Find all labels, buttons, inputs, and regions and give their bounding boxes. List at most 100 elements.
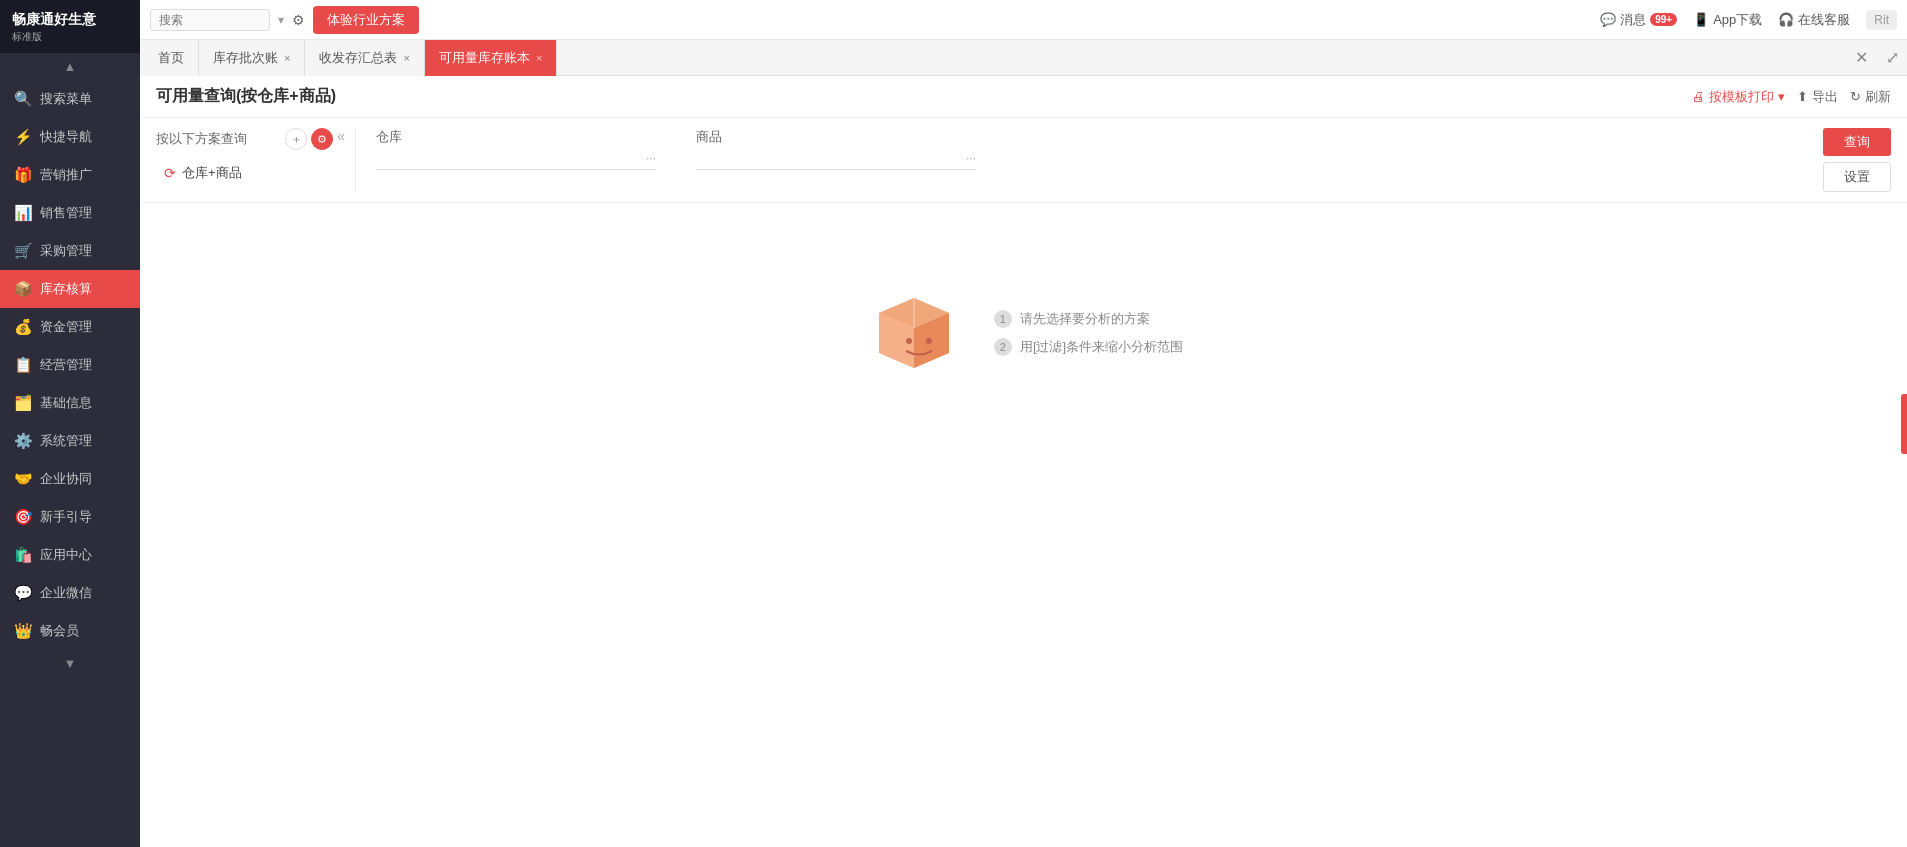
sidebar: 畅康通好生意 标准版 ▲ 🔍搜索菜单⚡快捷导航🎁营销推广 📊 销售管理 🛒采购管理📦库…	[0, 0, 140, 847]
sidebar-item-guide[interactable]: 🎯 新手引导	[0, 498, 140, 536]
sidebar-item-operation[interactable]: 📋经营管理	[0, 346, 140, 384]
sidebar-scroll-up[interactable]: ▲	[0, 53, 140, 80]
brand-name: 畅康通好生意	[12, 10, 128, 28]
sidebar-label-wechat: 企业微信	[40, 584, 92, 602]
sidebar-item-purchase[interactable]: 🛒采购管理	[0, 232, 140, 270]
refresh-icon: ↻	[1850, 89, 1861, 104]
tab-batch[interactable]: 库存批次账 ×	[199, 40, 305, 76]
filter-left-panel: 按以下方案查询 ＋ ⚙ « ⟳ 仓库+商品	[156, 128, 356, 192]
topbar-chevron-icon[interactable]: ▾	[278, 13, 284, 27]
sidebar-label-search: 搜索菜单	[40, 90, 92, 108]
sidebar-scroll-down[interactable]: ▼	[0, 650, 140, 677]
sidebar-icon-operation: 📋	[14, 356, 32, 374]
scheme-item-icon: ⟳	[164, 165, 176, 181]
scheme-item-label: 仓库+商品	[182, 164, 242, 182]
refresh-btn[interactable]: ↻ 刷新	[1850, 88, 1891, 106]
close-all-tabs-btn[interactable]: ✕	[1845, 40, 1878, 75]
topbar-search-input[interactable]	[150, 9, 270, 31]
sidebar-label-member: 畅会员	[40, 622, 79, 640]
sidebar-icon-guide: 🎯	[14, 508, 32, 526]
tab-close-available[interactable]: ×	[536, 52, 542, 64]
service-icon: 🎧	[1778, 12, 1794, 27]
sidebar-label-inventory: 库存核算	[40, 280, 92, 298]
app-label: App下载	[1713, 11, 1762, 29]
print-btn[interactable]: 🖨 按模板打印 ▾	[1692, 88, 1785, 106]
sidebar-label-guide: 新手引导	[40, 508, 92, 526]
sidebar-icon-wechat: 💬	[14, 584, 32, 602]
sidebar-item-finance[interactable]: 💰资金管理	[0, 308, 140, 346]
filter-settings-btn[interactable]: 设置	[1823, 162, 1891, 192]
trial-btn[interactable]: 体验行业方案	[313, 6, 419, 34]
sidebar-item-member[interactable]: 👑畅会员	[0, 612, 140, 650]
scheme-settings-btn[interactable]: ⚙	[311, 128, 333, 150]
sidebar-item-enterprise[interactable]: 🤝 企业协同	[0, 460, 140, 498]
message-btn[interactable]: 💬 消息 99+	[1600, 11, 1677, 29]
export-icon: ⬆	[1797, 89, 1808, 104]
sidebar-label-enterprise: 企业协同	[40, 470, 92, 488]
collapse-btn[interactable]: «	[337, 128, 345, 150]
product-input-wrap: ···	[696, 150, 976, 170]
sidebar-icon-basic: 🗂️	[14, 394, 32, 412]
empty-state: 1 请先选择要分析的方案 2 用[过滤]条件来缩小分析范围	[140, 203, 1907, 463]
tab-label-available: 可用量库存账本	[439, 49, 530, 67]
app-download-btn[interactable]: 📱 App下载	[1693, 11, 1762, 29]
warehouse-input[interactable]	[376, 150, 646, 165]
expand-tabs-btn[interactable]: ⤢	[1878, 40, 1907, 75]
tab-label-summary: 收发存汇总表	[319, 49, 397, 67]
product-more-btn[interactable]: ···	[966, 151, 976, 165]
sidebar-item-inventory[interactable]: 📦库存核算	[0, 270, 140, 308]
message-label: 消息	[1620, 11, 1646, 29]
sidebar-icon-finance: 💰	[14, 318, 32, 336]
filter-actions-right: 查询 设置	[1823, 128, 1891, 192]
scheme-item-warehouse-product[interactable]: ⟳ 仓库+商品	[156, 158, 345, 188]
sidebar-icon-appstore: 🛍️	[14, 546, 32, 564]
tab-close-summary[interactable]: ×	[403, 52, 409, 64]
warehouse-more-btn[interactable]: ···	[646, 151, 656, 165]
sidebar-item-search[interactable]: 🔍搜索菜单	[0, 80, 140, 118]
sidebar-label-purchase: 采购管理	[40, 242, 92, 260]
tabs-bar: 首页库存批次账 × 收发存汇总表 × 可用量库存账本 × ✕ ⤢	[140, 40, 1907, 76]
sidebar-item-system[interactable]: ⚙️系统管理	[0, 422, 140, 460]
brand-version: 标准版	[12, 30, 128, 43]
sidebar-item-appstore[interactable]: 🛍️应用中心	[0, 536, 140, 574]
message-icon: 💬	[1600, 12, 1616, 27]
tab-close-batch[interactable]: ×	[284, 52, 290, 64]
tab-label-batch: 库存批次账	[213, 49, 278, 67]
message-badge: 99+	[1650, 13, 1677, 26]
export-label: 导出	[1812, 88, 1838, 106]
refresh-label: 刷新	[1865, 88, 1891, 106]
sidebar-icon-quick-nav: ⚡	[14, 128, 32, 146]
print-chevron-icon: ▾	[1778, 89, 1785, 104]
sidebar-item-sales[interactable]: 📊 销售管理	[0, 194, 140, 232]
empty-state-content: 1 请先选择要分析的方案 2 用[过滤]条件来缩小分析范围	[864, 283, 1183, 383]
query-btn[interactable]: 查询	[1823, 128, 1891, 156]
user-area[interactable]: Rit	[1866, 10, 1897, 30]
topbar-gear-icon[interactable]: ⚙	[292, 12, 305, 28]
sidebar-icon-sales: 📊	[14, 204, 32, 222]
tab-available[interactable]: 可用量库存账本 ×	[425, 40, 557, 76]
scheme-icons: ＋ ⚙ «	[285, 128, 345, 150]
sidebar-item-basic[interactable]: 🗂️基础信息	[0, 384, 140, 422]
user-name: Rit	[1874, 13, 1889, 27]
page-title: 可用量查询(按仓库+商品)	[156, 86, 336, 107]
warehouse-filter-field: 仓库 ···	[376, 128, 656, 170]
sidebar-label-system: 系统管理	[40, 432, 92, 450]
empty-illustration	[864, 283, 964, 383]
filter-area: 按以下方案查询 ＋ ⚙ « ⟳ 仓库+商品 仓库	[140, 118, 1907, 203]
tab-summary[interactable]: 收发存汇总表 ×	[305, 40, 424, 76]
add-scheme-btn[interactable]: ＋	[285, 128, 307, 150]
sidebar-icon-enterprise: 🤝	[14, 470, 32, 488]
filter-scheme-header: 按以下方案查询 ＋ ⚙ «	[156, 128, 345, 150]
product-input[interactable]	[696, 150, 966, 165]
topbar: ▾ ⚙ 体验行业方案 💬 消息 99+ 📱 App下载 🎧 在线客服 Rit	[140, 0, 1907, 40]
right-scroll-indicator	[1901, 394, 1907, 454]
sidebar-item-wechat[interactable]: 💬 企业微信	[0, 574, 140, 612]
sidebar-label-sales: 销售管理	[40, 204, 92, 222]
tab-home[interactable]: 首页	[140, 40, 199, 76]
sidebar-item-quick-nav[interactable]: ⚡快捷导航	[0, 118, 140, 156]
sidebar-item-marketing[interactable]: 🎁营销推广	[0, 156, 140, 194]
svg-point-5	[926, 338, 932, 344]
online-service-btn[interactable]: 🎧 在线客服	[1778, 11, 1850, 29]
export-btn[interactable]: ⬆ 导出	[1797, 88, 1838, 106]
sidebar-header: 畅康通好生意 标准版	[0, 0, 140, 53]
